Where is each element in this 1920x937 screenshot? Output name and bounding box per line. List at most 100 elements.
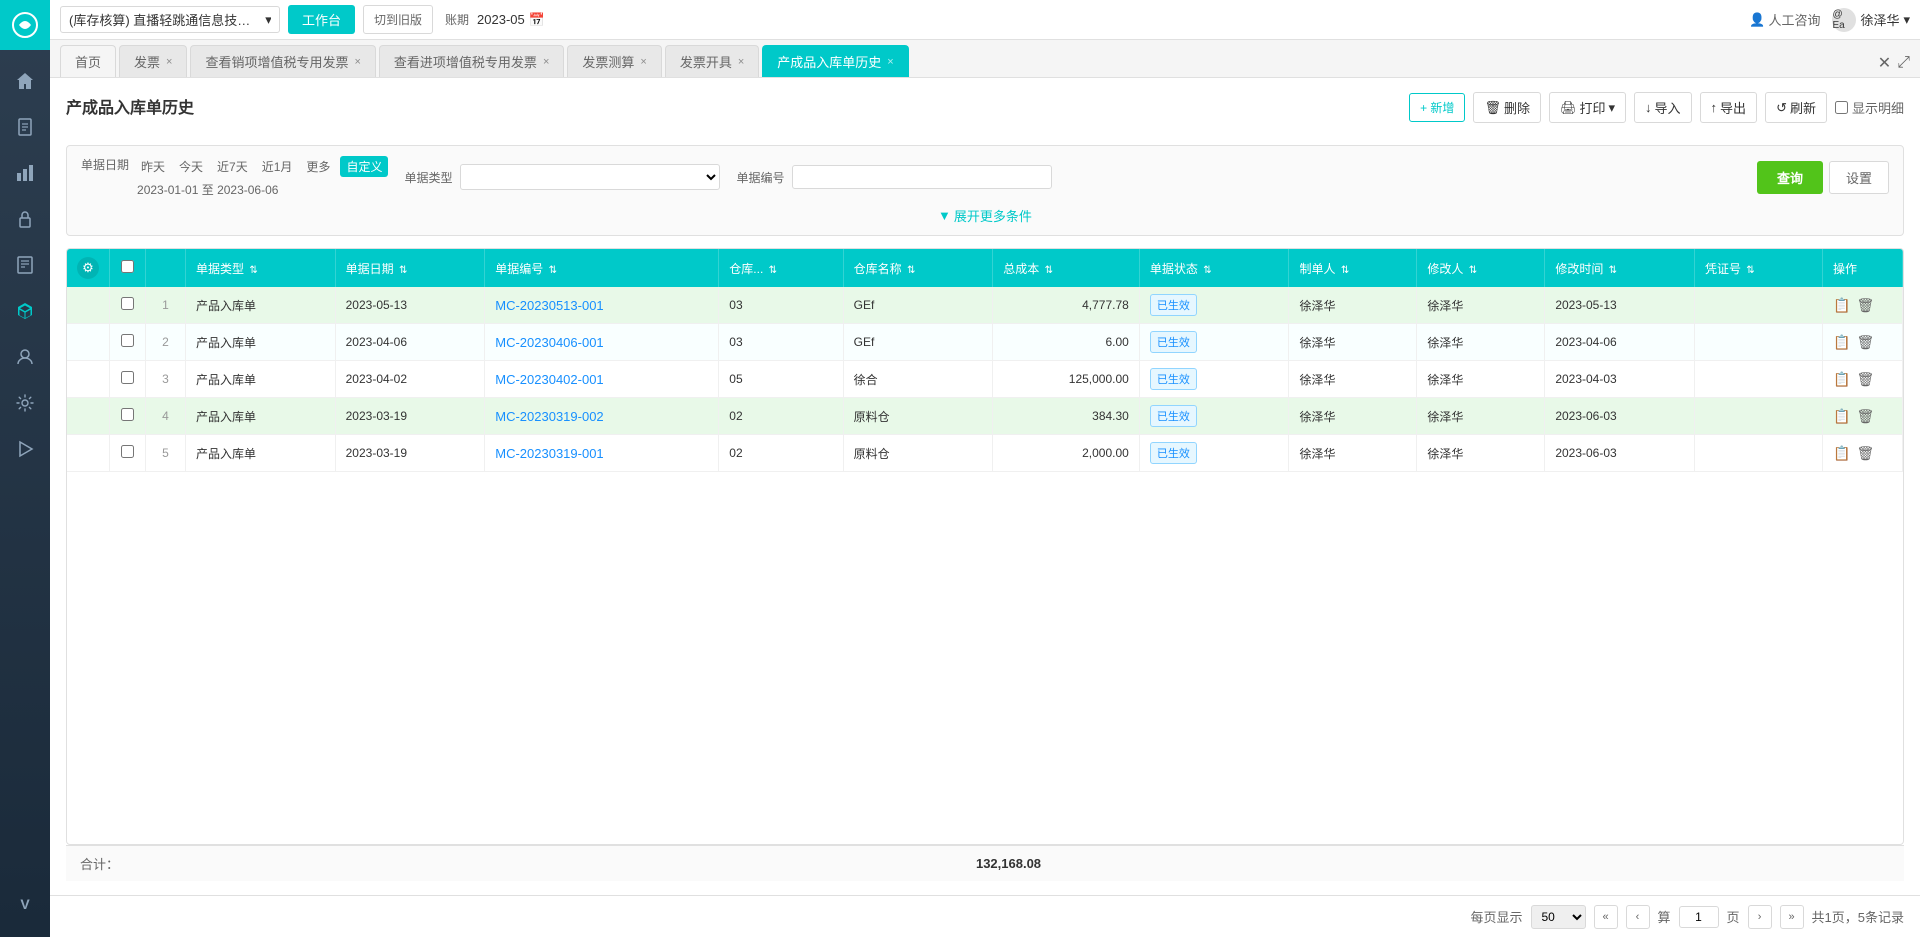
cell-number-2[interactable]: MC-20230402-001 [485,361,719,398]
delete-button-0[interactable]: 🗑 [1856,297,1874,314]
show-detail-toggle[interactable]: 显示明细 [1835,98,1904,117]
edit-button-2[interactable]: 📋 [1833,371,1850,388]
link-number-0[interactable]: MC-20230513-001 [495,298,603,313]
sidebar-item-home[interactable] [0,58,50,104]
per-page-select[interactable]: 50 100 [1531,905,1586,929]
shortcut-yesterday[interactable]: 昨天 [137,156,169,177]
tab-sales-vat[interactable]: 查看销项增值税专用发票 × [190,45,375,77]
page-prev-button[interactable]: ‹ [1626,905,1650,929]
delete-button-1[interactable]: 🗑 [1856,334,1874,351]
sidebar-item-lock[interactable] [0,196,50,242]
link-number-4[interactable]: MC-20230319-001 [495,446,603,461]
tab-invoice-calc[interactable]: 发票测算 × [567,45,661,77]
th-status[interactable]: 单据状态 ⇅ [1139,249,1289,287]
row-checkbox-3[interactable] [121,408,134,421]
cell-number-1[interactable]: MC-20230406-001 [485,324,719,361]
cell-number-3[interactable]: MC-20230319-002 [485,398,719,435]
export-button[interactable]: ↑ 导出 [1700,92,1758,123]
query-button[interactable]: 查询 [1757,161,1823,194]
th-modify-time[interactable]: 修改时间 ⇅ [1545,249,1695,287]
import-button[interactable]: ↓ 导入 [1634,92,1692,123]
expand-more-button[interactable]: ▼ 展开更多条件 [938,206,1032,225]
link-number-2[interactable]: MC-20230402-001 [495,372,603,387]
select-all-checkbox[interactable] [121,260,134,273]
tab-expand-button[interactable]: ⤢ [1897,54,1910,72]
sidebar-item-bill[interactable] [0,242,50,288]
tab-home[interactable]: 首页 [60,45,116,77]
edit-button-1[interactable]: 📋 [1833,334,1850,351]
th-warehouse-name[interactable]: 仓库名称 ⇅ [843,249,993,287]
shortcut-more[interactable]: 更多 [302,156,334,177]
cell-checkbox-4[interactable] [110,435,146,472]
sidebar-item-chart[interactable] [0,150,50,196]
refresh-button[interactable]: ↺ 刷新 [1765,92,1827,123]
row-checkbox-2[interactable] [121,371,134,384]
delete-button-2[interactable]: 🗑 [1856,371,1874,388]
th-type[interactable]: 单据类型 ⇅ [186,249,336,287]
sidebar-item-user[interactable] [0,334,50,380]
delete-button[interactable]: 🗑 删除 [1473,92,1541,123]
th-warehouse-code[interactable]: 仓库... ⇅ [719,249,843,287]
cell-checkbox-2[interactable] [110,361,146,398]
row-checkbox-0[interactable] [121,297,134,310]
sidebar-item-gear[interactable] [0,380,50,426]
tab-product-history-close[interactable]: × [887,56,893,68]
user-menu[interactable]: @ Ea 徐泽华 ▾ [1832,8,1910,32]
print-button[interactable]: 🖨 打印 ▾ [1549,92,1626,123]
tab-invoice[interactable]: 发票 × [119,45,187,77]
tab-invoice-close[interactable]: × [166,56,172,68]
show-detail-checkbox[interactable] [1835,101,1848,114]
tab-invoice-open[interactable]: 发票开具 × [665,45,759,77]
cell-number-0[interactable]: MC-20230513-001 [485,287,719,324]
sidebar-item-play[interactable] [0,426,50,472]
th-voucher[interactable]: 凭证号 ⇅ [1694,249,1822,287]
tab-purchase-vat[interactable]: 查看进项增值税专用发票 × [379,45,564,77]
type-filter-select[interactable] [460,164,720,190]
edit-button-3[interactable]: 📋 [1833,408,1850,425]
tab-product-history[interactable]: 产成品入库单历史 × [762,45,908,77]
cell-number-4[interactable]: MC-20230319-001 [485,435,719,472]
tab-invoice-open-close[interactable]: × [738,56,744,68]
page-number-input[interactable] [1679,906,1719,928]
link-number-1[interactable]: MC-20230406-001 [495,335,603,350]
tab-purchase-vat-close[interactable]: × [543,56,549,68]
workbench-button[interactable]: 工作台 [288,5,355,34]
cell-checkbox-3[interactable] [110,398,146,435]
edit-button-4[interactable]: 📋 [1833,445,1850,462]
sidebar-item-box[interactable] [0,288,50,334]
company-selector[interactable]: (库存核算) 直播轻跳通信息技术股份... ▾ [60,6,280,33]
th-total-cost[interactable]: 总成本 ⇅ [993,249,1140,287]
sidebar-item-v[interactable]: V [0,881,50,927]
page-next-button[interactable]: › [1748,905,1772,929]
delete-button-4[interactable]: 🗑 [1856,445,1874,462]
help-button[interactable]: 👤 人工咨询 [1749,10,1820,29]
th-settings[interactable]: ⚙ [67,249,110,287]
shortcut-custom[interactable]: 自定义 [340,156,388,177]
tab-invoice-calc-close[interactable]: × [640,56,646,68]
shortcut-7days[interactable]: 近7天 [213,156,252,177]
tab-sales-vat-close[interactable]: × [354,56,360,68]
th-creator[interactable]: 制单人 ⇅ [1289,249,1417,287]
sidebar-item-doc[interactable] [0,104,50,150]
new-button[interactable]: + 新增 [1409,93,1465,122]
th-checkbox[interactable] [110,249,146,287]
edit-button-0[interactable]: 📋 [1833,297,1850,314]
app-logo[interactable] [0,0,50,50]
filter-settings-button[interactable]: 设置 [1829,161,1889,194]
shortcut-1month[interactable]: 近1月 [258,156,297,177]
link-number-3[interactable]: MC-20230319-002 [495,409,603,424]
row-checkbox-1[interactable] [121,334,134,347]
cell-checkbox-0[interactable] [110,287,146,324]
page-last-button[interactable]: » [1780,905,1804,929]
th-number[interactable]: 单据编号 ⇅ [485,249,719,287]
delete-button-3[interactable]: 🗑 [1856,408,1874,425]
page-first-button[interactable]: « [1594,905,1618,929]
row-checkbox-4[interactable] [121,445,134,458]
switch-button[interactable]: 切到旧版 [363,5,433,34]
period-calendar-icon[interactable]: 📅 [529,12,545,28]
cell-checkbox-1[interactable] [110,324,146,361]
th-date[interactable]: 单据日期 ⇅ [335,249,485,287]
tab-close-all-button[interactable]: ✕ [1878,53,1891,73]
th-modifier[interactable]: 修改人 ⇅ [1417,249,1545,287]
shortcut-today[interactable]: 今天 [175,156,207,177]
